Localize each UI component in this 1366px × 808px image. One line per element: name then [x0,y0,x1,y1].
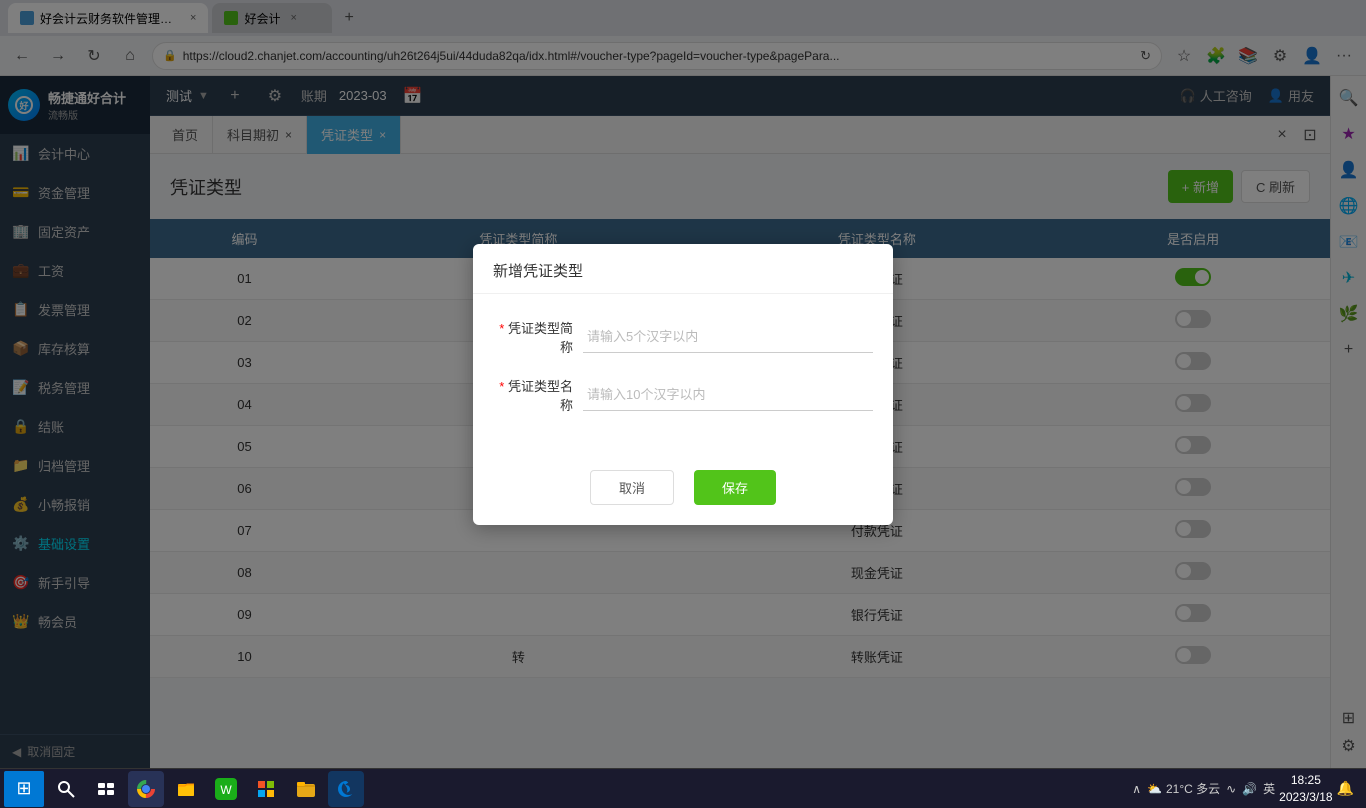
weather-icon: ⛅ [1147,782,1162,796]
short-name-input[interactable] [583,321,873,353]
taskbar-task-view-icon[interactable] [88,771,124,807]
time-display: 18:25 [1279,772,1332,789]
language-label: 英 [1263,780,1275,797]
save-button[interactable]: 保存 [694,470,776,505]
taskbar-right: ∧ ⛅ 21°C 多云 ∿ 🔊 英 18:25 2023/3/18 🔔 [1132,772,1362,806]
add-voucher-modal: 新增凭证类型 * 凭证类型简称 * 凭证类型名称 取消 保存 [473,244,893,525]
modal-title: 新增凭证类型 [493,263,583,280]
taskbar-wechat-icon[interactable]: W [208,771,244,807]
full-name-label: * 凭证类型名称 [493,376,583,414]
short-name-label: * 凭证类型简称 [493,318,583,356]
required-star2: * [499,379,504,394]
weather-text: 21°C 多云 [1166,780,1220,797]
modal-header: 新增凭证类型 [473,244,893,294]
start-button[interactable]: ⊞ [4,771,44,807]
taskbar-clock[interactable]: 18:25 2023/3/18 [1279,772,1332,806]
notification-icon[interactable]: 🔔 [1337,780,1354,797]
cancel-button[interactable]: 取消 [590,470,674,505]
taskbar-search-icon[interactable] [48,771,84,807]
date-display: 2023/3/18 [1279,789,1332,806]
taskbar-file-explorer-icon[interactable] [168,771,204,807]
modal-footer: 取消 保存 [473,458,893,525]
svg-text:W: W [220,783,232,797]
taskbar-edge-icon[interactable] [328,771,364,807]
taskbar-store-icon[interactable] [248,771,284,807]
up-arrow-icon[interactable]: ∧ [1132,782,1141,796]
required-star1: * [499,321,504,336]
modal-overlay: 新增凭证类型 * 凭证类型简称 * 凭证类型名称 取消 保存 [0,0,1366,768]
system-tray: ∧ ⛅ 21°C 多云 ∿ 🔊 英 [1132,780,1275,797]
short-name-row: * 凭证类型简称 [493,318,873,356]
taskbar-chrome-icon[interactable] [128,771,164,807]
full-name-input[interactable] [583,379,873,411]
network-icon: ∿ [1226,782,1236,796]
taskbar: ⊞ W ∧ ⛅ 21°C 多云 ∿ 🔊 英 18:25 [0,768,1366,808]
taskbar-folder-icon[interactable] [288,771,324,807]
modal-body: * 凭证类型简称 * 凭证类型名称 [473,294,893,458]
weather-info: ⛅ 21°C 多云 [1147,780,1220,797]
volume-icon: 🔊 [1242,782,1257,796]
full-name-row: * 凭证类型名称 [493,376,873,414]
